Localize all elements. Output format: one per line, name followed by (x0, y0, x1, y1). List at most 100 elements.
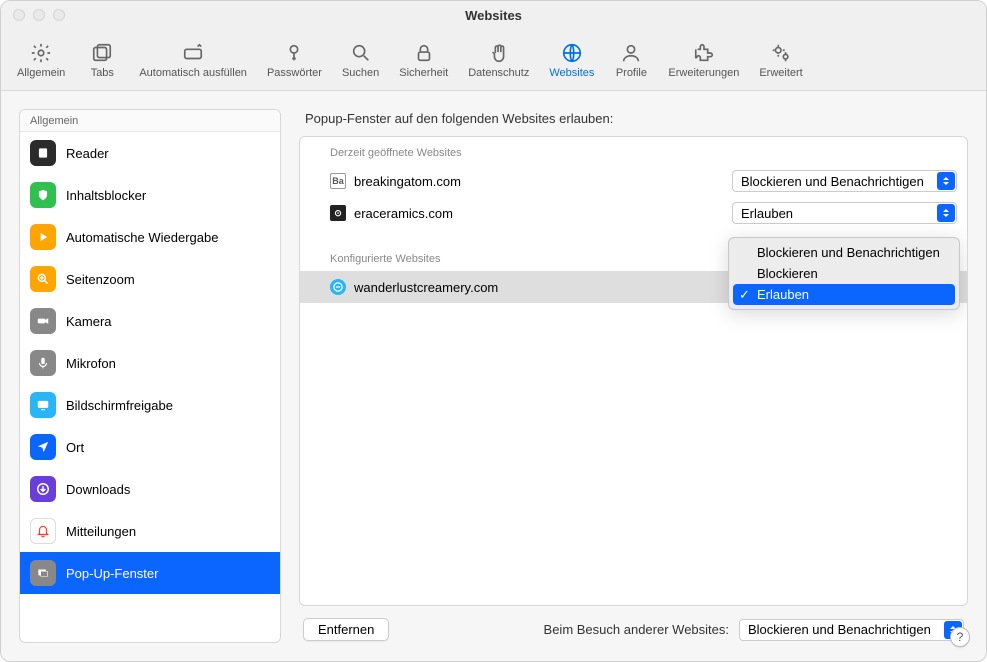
help-button[interactable]: ? (950, 627, 970, 647)
toolbar-passwoerter[interactable]: Passwörter (259, 37, 330, 83)
select-value: Erlauben (741, 206, 793, 221)
select-value: Blockieren und Benachrichtigen (748, 622, 931, 637)
bottom-bar: Entfernen Beim Besuch anderer Websites: … (299, 606, 968, 643)
chevron-updown-icon (937, 172, 955, 190)
toolbar-label: Automatisch ausfüllen (139, 67, 247, 79)
sidebar: Allgemein Reader Inhaltsblocker (19, 109, 281, 643)
content-area: Allgemein Reader Inhaltsblocker (1, 91, 986, 661)
sidebar-item-mitteilungen[interactable]: Mitteilungen (20, 510, 280, 552)
sidebar-item-reader[interactable]: Reader (20, 132, 280, 174)
toolbar-datenschutz[interactable]: Datenschutz (460, 37, 537, 83)
toolbar-label: Erweitert (759, 67, 802, 79)
site-row[interactable]: ⊙ eraceramics.com Erlauben (300, 197, 967, 229)
reader-icon (30, 140, 56, 166)
toolbar-label: Datenschutz (468, 67, 529, 79)
sidebar-item-kamera[interactable]: Kamera (20, 300, 280, 342)
key-icon (282, 41, 306, 65)
screen-share-icon (30, 392, 56, 418)
dropdown-label: Blockieren (757, 266, 818, 281)
preferences-window: Websites Allgemein Tabs Automatisch ausf… (0, 0, 987, 662)
hand-icon (487, 41, 511, 65)
dropdown-option-block-notify[interactable]: Blockieren und Benachrichtigen (733, 242, 955, 263)
minimize-window-button[interactable] (33, 9, 45, 21)
sidebar-item-ort[interactable]: Ort (20, 426, 280, 468)
toolbar-tabs[interactable]: Tabs (77, 37, 127, 83)
toolbar-sicherheit[interactable]: Sicherheit (391, 37, 456, 83)
site-name: breakingatom.com (354, 174, 732, 189)
favicon-icon (330, 279, 346, 295)
sidebar-item-label: Inhaltsblocker (66, 188, 146, 203)
puzzle-icon (692, 41, 716, 65)
toolbar-websites[interactable]: Websites (541, 37, 602, 83)
sidebar-item-label: Mikrofon (66, 356, 116, 371)
bell-icon (30, 518, 56, 544)
profile-icon (619, 41, 643, 65)
tabs-icon (90, 41, 114, 65)
sidebar-list: Reader Inhaltsblocker Automatische Wiede… (20, 132, 280, 642)
play-icon (30, 224, 56, 250)
sidebar-header: Allgemein (20, 110, 280, 132)
dropdown-option-allow[interactable]: ✓ Erlauben (733, 284, 955, 305)
sidebar-item-label: Mitteilungen (66, 524, 136, 539)
microphone-icon (30, 350, 56, 376)
zoom-icon (30, 266, 56, 292)
popup-window-icon (30, 560, 56, 586)
sidebar-item-auto-wiedergabe[interactable]: Automatische Wiedergabe (20, 216, 280, 258)
globe-icon (560, 41, 584, 65)
permission-select[interactable]: Erlauben (732, 202, 957, 224)
sidebar-item-mikrofon[interactable]: Mikrofon (20, 342, 280, 384)
gears-icon (769, 41, 793, 65)
others-select[interactable]: Blockieren und Benachrichtigen (739, 619, 964, 641)
search-icon (349, 41, 373, 65)
sidebar-item-inhaltsblocker[interactable]: Inhaltsblocker (20, 174, 280, 216)
sidebar-item-label: Bildschirmfreigabe (66, 398, 173, 413)
favicon-icon: ⊙ (330, 205, 346, 221)
main-heading: Popup-Fenster auf den folgenden Websites… (305, 111, 968, 126)
shield-icon (30, 182, 56, 208)
permission-dropdown-menu: Blockieren und Benachrichtigen Blockiere… (728, 237, 960, 310)
dropdown-option-block[interactable]: Blockieren (733, 263, 955, 284)
select-value: Blockieren und Benachrichtigen (741, 174, 924, 189)
maximize-window-button[interactable] (53, 9, 65, 21)
permission-select[interactable]: Blockieren und Benachrichtigen (732, 170, 957, 192)
gear-icon (29, 41, 53, 65)
location-icon (30, 434, 56, 460)
toolbar-suchen[interactable]: Suchen (334, 37, 387, 83)
sidebar-item-downloads[interactable]: Downloads (20, 468, 280, 510)
site-name: wanderlustcreamery.com (354, 280, 732, 295)
lock-icon (412, 41, 436, 65)
download-icon (30, 476, 56, 502)
main-panel: Popup-Fenster auf den folgenden Websites… (299, 109, 968, 643)
sidebar-item-label: Seitenzoom (66, 272, 135, 287)
favicon-icon: Ba (330, 173, 346, 189)
toolbar-allgemein[interactable]: Allgemein (9, 37, 73, 83)
toolbar-erweiterungen[interactable]: Erweiterungen (660, 37, 747, 83)
toolbar-label: Sicherheit (399, 67, 448, 79)
toolbar-label: Profile (616, 67, 647, 79)
close-window-button[interactable] (13, 9, 25, 21)
sidebar-item-label: Automatische Wiedergabe (66, 230, 218, 245)
sidebar-item-label: Reader (66, 146, 109, 161)
autofill-icon (181, 41, 205, 65)
section-open-header: Derzeit geöffnete Websites (300, 137, 967, 165)
sidebar-item-label: Kamera (66, 314, 112, 329)
sidebar-item-label: Downloads (66, 482, 130, 497)
site-name: eraceramics.com (354, 206, 732, 221)
toolbar-label: Tabs (91, 67, 114, 79)
toolbar-label: Erweiterungen (668, 67, 739, 79)
sidebar-item-label: Ort (66, 440, 84, 455)
toolbar-profile[interactable]: Profile (606, 37, 656, 83)
remove-button[interactable]: Entfernen (303, 618, 389, 641)
dropdown-label: Erlauben (757, 287, 809, 302)
toolbar-erweitert[interactable]: Erweitert (751, 37, 810, 83)
site-row[interactable]: Ba breakingatom.com Blockieren und Benac… (300, 165, 967, 197)
traffic-lights (13, 9, 65, 21)
sidebar-item-seitenzoom[interactable]: Seitenzoom (20, 258, 280, 300)
toolbar: Allgemein Tabs Automatisch ausfüllen Pas… (1, 29, 986, 91)
sidebar-item-popup[interactable]: Pop-Up-Fenster (20, 552, 280, 594)
dropdown-label: Blockieren und Benachrichtigen (757, 245, 940, 260)
others-label: Beim Besuch anderer Websites: (544, 622, 729, 637)
sidebar-item-bildschirmfreigabe[interactable]: Bildschirmfreigabe (20, 384, 280, 426)
toolbar-label: Suchen (342, 67, 379, 79)
toolbar-autofill[interactable]: Automatisch ausfüllen (131, 37, 255, 83)
